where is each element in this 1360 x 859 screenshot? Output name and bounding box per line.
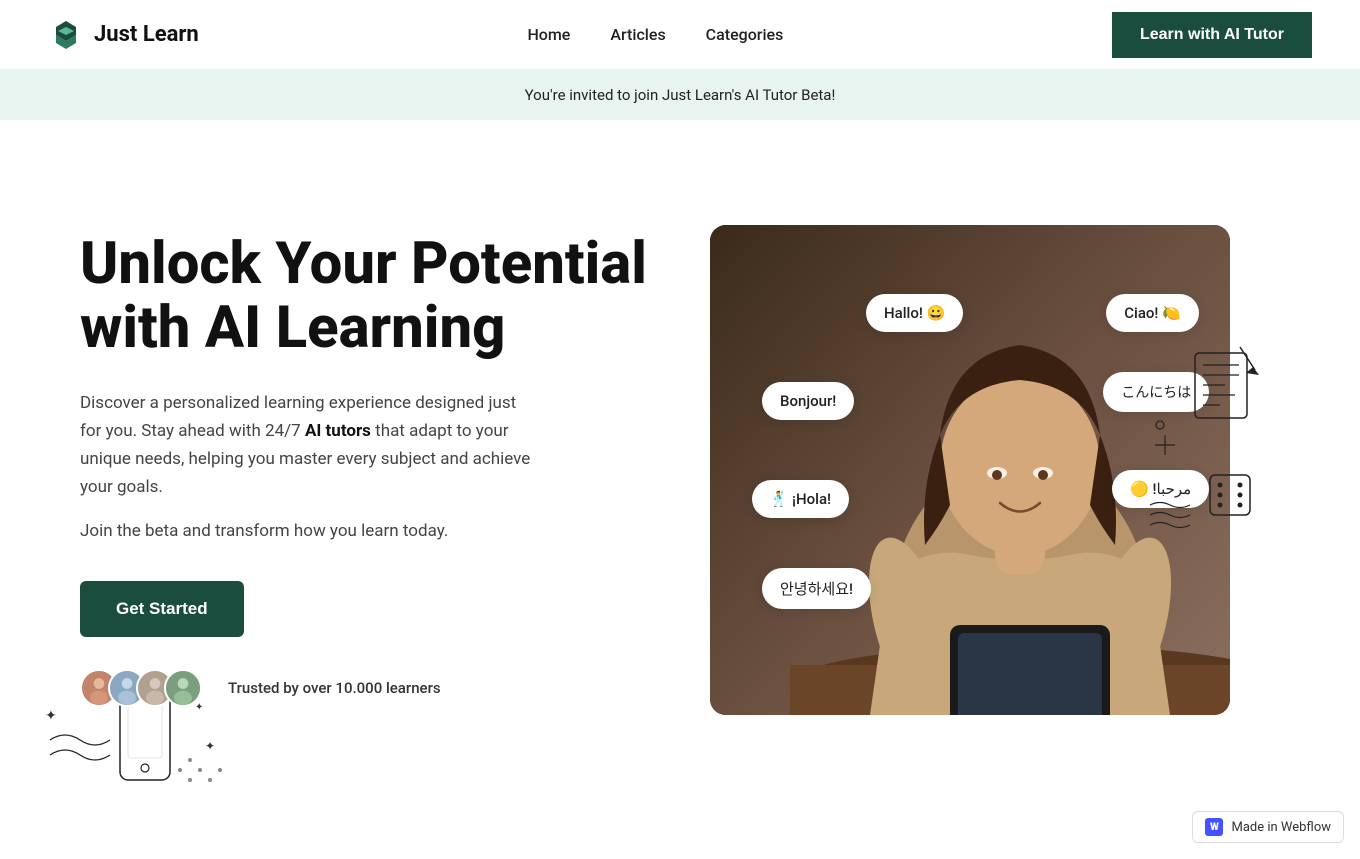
chat-bubble-hola: 🕺 ¡Hola! xyxy=(752,480,849,518)
hero-title: Unlock Your Potential with AI Learning xyxy=(80,233,660,361)
trust-row: Trusted by over 10.000 learners xyxy=(80,669,660,707)
navbar: Just Learn Home Articles Categories Lear… xyxy=(0,0,1360,70)
person-background: Hallo! 😀 Ciao! 🍋 Bonjour! こんにちは 🕺 ¡Hola!… xyxy=(710,225,1230,715)
banner-text: You're invited to join Just Learn's AI T… xyxy=(525,86,836,104)
chat-bubble-korean: 안녕하세요! xyxy=(762,568,871,609)
chat-bubble-arabic: 🟡 !مرحبا xyxy=(1112,470,1209,508)
nav-home[interactable]: Home xyxy=(527,25,570,44)
chat-bubble-ciao: Ciao! 🍋 xyxy=(1106,294,1199,332)
hero-left: Unlock Your Potential with AI Learning D… xyxy=(80,233,660,707)
chat-bubble-hallo: Hallo! 😀 xyxy=(866,294,963,332)
logo-icon xyxy=(48,17,84,53)
hero-image: Hallo! 😀 Ciao! 🍋 Bonjour! こんにちは 🕺 ¡Hola!… xyxy=(710,225,1230,715)
avatar-group xyxy=(80,669,202,707)
nav-articles[interactable]: Articles xyxy=(610,25,665,44)
svg-text:✦: ✦ xyxy=(45,708,57,724)
hero-description-1: Discover a personalized learning experie… xyxy=(80,389,540,501)
nav-links: Home Articles Categories xyxy=(527,25,783,44)
nav-cta-button[interactable]: Learn with AI Tutor xyxy=(1112,12,1312,58)
trust-text: Trusted by over 10.000 learners xyxy=(228,679,441,697)
hero-section: Unlock Your Potential with AI Learning D… xyxy=(0,120,1360,820)
svg-text:✦: ✦ xyxy=(205,739,215,753)
webflow-label: Made in Webflow xyxy=(1231,820,1331,835)
chat-bubble-bonjour: Bonjour! xyxy=(762,382,854,420)
announcement-banner: You're invited to join Just Learn's AI T… xyxy=(0,70,1360,120)
chat-bubble-konnichiwa: こんにちは xyxy=(1103,372,1209,412)
logo-link[interactable]: Just Learn xyxy=(48,17,199,53)
hero-description-2: Join the beta and transform how you lear… xyxy=(80,517,660,545)
nav-categories[interactable]: Categories xyxy=(706,25,784,44)
hero-cta-button[interactable]: Get Started xyxy=(80,581,244,637)
webflow-badge[interactable]: W Made in Webflow xyxy=(1192,811,1344,843)
hero-right: Hallo! 😀 Ciao! 🍋 Bonjour! こんにちは 🕺 ¡Hola!… xyxy=(660,225,1280,715)
avatar-4 xyxy=(164,669,202,707)
webflow-logo-icon: W xyxy=(1205,818,1223,836)
logo-text: Just Learn xyxy=(94,22,199,47)
